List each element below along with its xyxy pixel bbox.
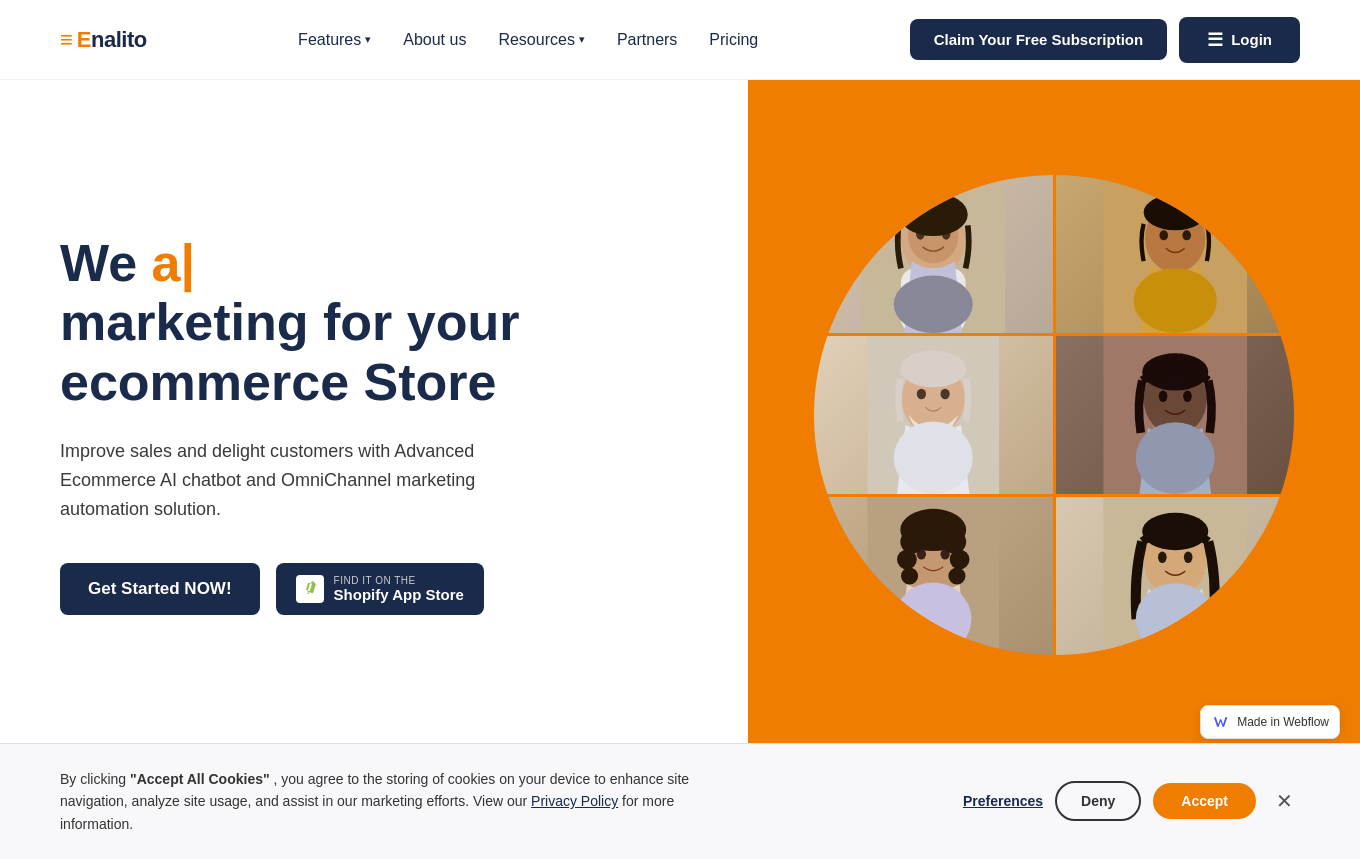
svg-point-36 [948, 567, 965, 584]
logo-text: Enalito [77, 27, 147, 53]
login-button[interactable]: ☰ Login [1179, 17, 1300, 63]
people-collage [814, 175, 1294, 655]
svg-point-34 [950, 549, 970, 569]
hero-heading: We a| marketing for your ecommerce Store [60, 234, 688, 413]
nav-actions: Claim Your Free Subscription ☰ Login [910, 17, 1300, 63]
nav-about[interactable]: About us [403, 31, 466, 49]
svg-point-37 [895, 582, 971, 654]
privacy-policy-link[interactable]: Privacy Policy [531, 793, 618, 809]
hero-buttons: Get Started NOW! FIND IT ON THE Shopify … [60, 563, 688, 615]
chevron-down-icon: ▾ [365, 33, 371, 46]
svg-point-6 [899, 192, 968, 235]
svg-point-31 [900, 529, 924, 553]
nav-pricing[interactable]: Pricing [709, 31, 758, 49]
cookie-actions: Preferences Deny Accept ✕ [963, 781, 1300, 821]
nav-links: Features ▾ About us Resources ▾ Partners… [298, 31, 758, 49]
face-5 [814, 497, 1053, 655]
face-2 [1056, 175, 1295, 333]
webflow-badge[interactable]: Made in Webflow [1200, 705, 1340, 739]
svg-point-12 [1143, 194, 1206, 230]
svg-point-19 [894, 421, 973, 493]
cookie-banner: By clicking "Accept All Cookies" , you a… [0, 743, 1360, 859]
svg-point-40 [1158, 551, 1167, 562]
svg-point-25 [1135, 422, 1214, 494]
menu-icon: ☰ [1207, 29, 1223, 51]
face-4 [1056, 336, 1295, 494]
nav-resources[interactable]: Resources ▾ [498, 31, 584, 49]
svg-point-11 [1182, 230, 1191, 240]
preferences-button[interactable]: Preferences [963, 793, 1043, 809]
webflow-logo-icon [1211, 712, 1231, 732]
accept-button[interactable]: Accept [1153, 783, 1256, 819]
svg-point-33 [897, 549, 917, 569]
get-started-button[interactable]: Get Started NOW! [60, 563, 260, 615]
svg-point-17 [940, 388, 949, 399]
hero-right-image [748, 80, 1360, 749]
face-1 [814, 175, 1053, 333]
svg-point-13 [1133, 268, 1216, 333]
svg-point-7 [894, 275, 973, 332]
claim-subscription-button[interactable]: Claim Your Free Subscription [910, 19, 1168, 60]
hero-subtext: Improve sales and delight customers with… [60, 437, 540, 523]
close-cookie-button[interactable]: ✕ [1268, 785, 1300, 817]
svg-point-35 [901, 567, 918, 584]
nav-partners[interactable]: Partners [617, 31, 677, 49]
face-6 [1056, 497, 1295, 655]
webflow-label: Made in Webflow [1237, 715, 1329, 729]
svg-point-16 [917, 388, 926, 399]
svg-point-23 [1183, 390, 1192, 401]
logo-icon: ≡ [60, 27, 73, 53]
svg-point-18 [900, 350, 966, 387]
shopify-logo [296, 575, 324, 603]
circle-mask [814, 175, 1294, 655]
hero-highlight: a| [152, 234, 195, 292]
cookie-text: By clicking "Accept All Cookies" , you a… [60, 768, 740, 835]
nav-features[interactable]: Features ▾ [298, 31, 371, 49]
svg-point-22 [1158, 390, 1167, 401]
svg-point-43 [1135, 583, 1214, 655]
svg-point-10 [1159, 230, 1168, 240]
shopify-app-store-button[interactable]: FIND IT ON THE Shopify App Store [276, 563, 484, 615]
hero-section: We a| marketing for your ecommerce Store… [0, 80, 1360, 749]
logo[interactable]: ≡ Enalito [60, 27, 147, 53]
shopify-text: FIND IT ON THE Shopify App Store [334, 575, 464, 603]
svg-point-41 [1183, 551, 1192, 562]
chevron-down-icon-2: ▾ [579, 33, 585, 46]
deny-button[interactable]: Deny [1055, 781, 1141, 821]
face-3 [814, 336, 1053, 494]
navbar: ≡ Enalito Features ▾ About us Resources … [0, 0, 1360, 80]
svg-point-32 [942, 529, 966, 553]
hero-left-content: We a| marketing for your ecommerce Store… [0, 80, 748, 749]
